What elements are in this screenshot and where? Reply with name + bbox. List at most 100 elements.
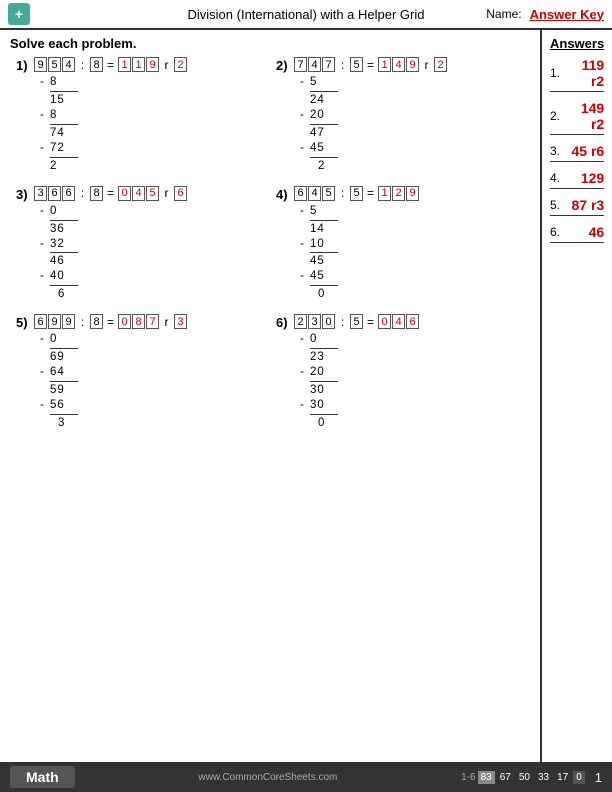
page-number: 1 bbox=[595, 770, 602, 785]
page-range: 1-6 bbox=[461, 772, 475, 783]
problem-1: 1) 9 5 4 : 8 = 1 1 9 r bbox=[10, 55, 270, 184]
answer-val-1: 119 r2 bbox=[568, 57, 604, 89]
problem-2: 2) 7 4 7 : 5 = 1 4 9 r bbox=[270, 55, 530, 184]
problem-2-equation: 7 4 7 : 5 = 1 4 9 r 2 bbox=[294, 57, 447, 72]
problem-5-inline: 5) 6 9 9 : 8 = 0 8 7 r bbox=[16, 314, 266, 431]
d3-ans3: 5 bbox=[146, 186, 159, 201]
s4-r6: 0 bbox=[300, 287, 419, 302]
problem-3: 3) 3 6 6 : 8 = 0 4 5 r bbox=[10, 184, 270, 313]
d5-colon: : bbox=[76, 315, 89, 329]
s6-line2 bbox=[310, 381, 338, 382]
answer-row-5: 5. 87 r3 bbox=[550, 197, 604, 216]
s6-line3 bbox=[310, 414, 338, 415]
d3-ans2: 4 bbox=[132, 186, 145, 201]
logo-icon: + bbox=[8, 3, 30, 25]
d5-ans3: 7 bbox=[146, 314, 159, 329]
s3-r5: - 40 bbox=[40, 269, 187, 284]
answer-num-2: 2. bbox=[550, 109, 568, 123]
d5-ans2: 8 bbox=[132, 314, 145, 329]
problem-5: 5) 6 9 9 : 8 = 0 8 7 r bbox=[10, 312, 270, 441]
s5-line1 bbox=[50, 348, 78, 349]
d1-r: r bbox=[160, 58, 173, 72]
problem-3-content: 3 6 6 : 8 = 0 4 5 r 6 bbox=[34, 186, 187, 303]
s6-r5: - 30 bbox=[300, 398, 419, 413]
d5-ans1: 0 bbox=[118, 314, 131, 329]
footer: Math www.CommonCoreSheets.com 1-6 83 67 … bbox=[0, 762, 612, 792]
d3-eq: = bbox=[104, 186, 117, 200]
answer-val-2: 149 r2 bbox=[568, 100, 604, 132]
s3-line2 bbox=[50, 252, 78, 253]
footer-num-0: 0 bbox=[573, 771, 585, 784]
d6-b3: 0 bbox=[322, 314, 335, 329]
d6-eq: = bbox=[364, 315, 377, 329]
s5-line2 bbox=[50, 381, 78, 382]
s5-r5: - 56 bbox=[40, 398, 187, 413]
d6-b4: 5 bbox=[350, 314, 363, 329]
answer-val-5: 87 r3 bbox=[568, 197, 604, 213]
answer-num-5: 5. bbox=[550, 198, 568, 212]
s6-r1: - 0 bbox=[300, 332, 419, 347]
s1-r2: 15 bbox=[40, 93, 187, 108]
footer-right: 1-6 83 67 50 33 17 0 1 bbox=[461, 770, 602, 785]
d1-b1: 9 bbox=[34, 57, 47, 72]
main-area: Solve each problem. 1) 9 5 4 : 8 = 1 bbox=[0, 30, 612, 762]
s6-line1 bbox=[310, 348, 338, 349]
d1-b3: 4 bbox=[62, 57, 75, 72]
d1-b4: 8 bbox=[90, 57, 103, 72]
problem-4-steps: - 5 14 - 10 bbox=[300, 204, 419, 303]
d2-ans3: 9 bbox=[406, 57, 419, 72]
answers-title: Answers bbox=[550, 36, 604, 51]
s5-r6: 3 bbox=[40, 416, 187, 431]
answer-val-6: 46 bbox=[568, 224, 604, 240]
answer-key-label: Answer Key bbox=[530, 7, 604, 22]
problem-4: 4) 6 4 5 : 5 = 1 2 9 bbox=[270, 184, 530, 313]
d5-b3: 9 bbox=[62, 314, 75, 329]
footer-num-67: 67 bbox=[497, 771, 514, 784]
problem-5-equation: 6 9 9 : 8 = 0 8 7 r 3 bbox=[34, 314, 187, 329]
s5-r3: - 64 bbox=[40, 365, 187, 380]
problem-2-content: 7 4 7 : 5 = 1 4 9 r 2 bbox=[294, 57, 447, 174]
problem-1-equation: 9 5 4 : 8 = 1 1 9 r 2 bbox=[34, 57, 187, 72]
s4-line3 bbox=[310, 285, 338, 286]
d2-b2: 4 bbox=[308, 57, 321, 72]
d5-r: r bbox=[160, 315, 173, 329]
problem-3-equation: 3 6 6 : 8 = 0 4 5 r 6 bbox=[34, 186, 187, 201]
d4-eq: = bbox=[364, 186, 377, 200]
problem-5-content: 6 9 9 : 8 = 0 8 7 r 3 bbox=[34, 314, 187, 431]
d1-rem: 2 bbox=[174, 57, 187, 72]
s1-line1 bbox=[50, 91, 78, 92]
problem-2-inline: 2) 7 4 7 : 5 = 1 4 9 r bbox=[276, 57, 526, 174]
answer-val-4: 129 bbox=[568, 170, 604, 186]
s4-r4: 45 bbox=[300, 254, 419, 269]
s1-r5: - 72 bbox=[40, 141, 187, 156]
footer-num-83: 83 bbox=[478, 771, 495, 784]
page-title: Division (International) with a Helper G… bbox=[188, 7, 425, 22]
d1-ans3: 9 bbox=[146, 57, 159, 72]
d4-b4: 5 bbox=[350, 186, 363, 201]
s2-line3 bbox=[310, 157, 338, 158]
s3-line3 bbox=[50, 285, 78, 286]
problem-1-inline: 1) 9 5 4 : 8 = 1 1 9 r bbox=[16, 57, 266, 174]
problem-6-inline: 6) 2 3 0 : 5 = 0 4 6 bbox=[276, 314, 526, 431]
s3-r4: 46 bbox=[40, 254, 187, 269]
s6-r4: 30 bbox=[300, 383, 419, 398]
s4-r3: - 10 bbox=[300, 237, 419, 252]
problem-4-inline: 4) 6 4 5 : 5 = 1 2 9 bbox=[276, 186, 526, 303]
s1-r4: 74 bbox=[40, 126, 187, 141]
d5-b1: 6 bbox=[34, 314, 47, 329]
d1-ans2: 1 bbox=[132, 57, 145, 72]
problem-6-content: 2 3 0 : 5 = 0 4 6 - bbox=[294, 314, 419, 431]
s5-r2: 69 bbox=[40, 350, 187, 365]
s6-r6: 0 bbox=[300, 416, 419, 431]
d4-ans1: 1 bbox=[378, 186, 391, 201]
problem-1-num: 1) bbox=[16, 57, 34, 73]
d2-rem: 2 bbox=[434, 57, 447, 72]
d1-colon: : bbox=[76, 58, 89, 72]
answer-row-4: 4. 129 bbox=[550, 170, 604, 189]
answer-row-3: 3. 45 r6 bbox=[550, 143, 604, 162]
header: + Division (International) with a Helper… bbox=[0, 0, 612, 30]
s2-line2 bbox=[310, 124, 338, 125]
problem-6-equation: 2 3 0 : 5 = 0 4 6 bbox=[294, 314, 419, 329]
name-area: Name: Answer Key bbox=[486, 7, 604, 22]
problem-4-equation: 6 4 5 : 5 = 1 2 9 bbox=[294, 186, 419, 201]
